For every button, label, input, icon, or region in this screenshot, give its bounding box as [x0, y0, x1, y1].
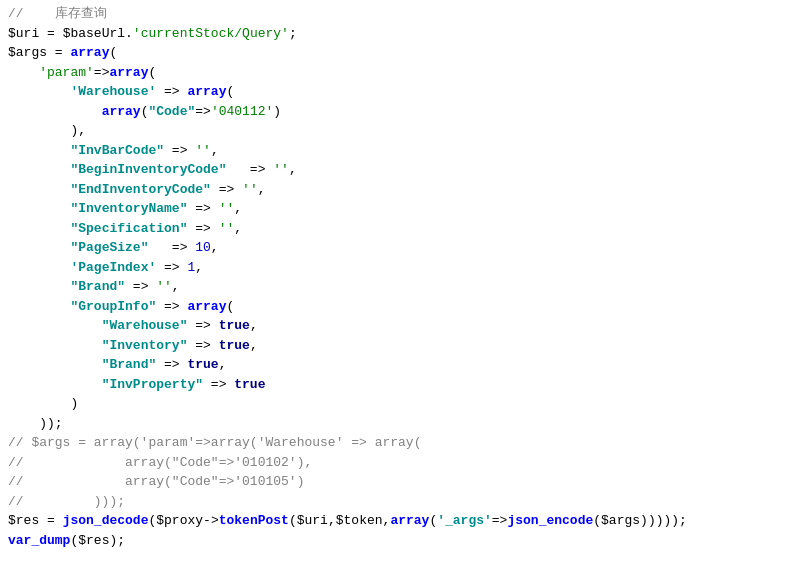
code-line: "PageSize" => 10,: [0, 238, 797, 258]
code-line: "InvProperty" => true: [0, 375, 797, 395]
code-line: // )));: [0, 492, 797, 512]
code-line: "InventoryName" => '',: [0, 199, 797, 219]
code-line: var_dump($res);: [0, 531, 797, 551]
code-line: 'PageIndex' => 1,: [0, 258, 797, 278]
code-line: "Specification" => '',: [0, 219, 797, 239]
code-line: 'Warehouse' => array(: [0, 82, 797, 102]
code-line: array("Code"=>'040112'): [0, 102, 797, 122]
code-line: "Brand" => true,: [0, 355, 797, 375]
code-container: // 库存查询$uri = $baseUrl.'currentStock/Que…: [0, 0, 797, 565]
code-line: ));: [0, 414, 797, 434]
code-line: $res = json_decode($proxy->tokenPost($ur…: [0, 511, 797, 531]
code-line: // $args = array('param'=>array('Warehou…: [0, 433, 797, 453]
code-line: 'param'=>array(: [0, 63, 797, 83]
code-line: // array("Code"=>'010102'),: [0, 453, 797, 473]
code-line: "BeginInventoryCode" => '',: [0, 160, 797, 180]
code-line: ): [0, 394, 797, 414]
code-line: $uri = $baseUrl.'currentStock/Query';: [0, 24, 797, 44]
code-line: "Warehouse" => true,: [0, 316, 797, 336]
code-line: "GroupInfo" => array(: [0, 297, 797, 317]
code-line: // array("Code"=>'010105'): [0, 472, 797, 492]
code-line: "InvBarCode" => '',: [0, 141, 797, 161]
code-line: "EndInventoryCode" => '',: [0, 180, 797, 200]
code-line: // 库存查询: [0, 4, 797, 24]
code-line: $args = array(: [0, 43, 797, 63]
code-line: "Inventory" => true,: [0, 336, 797, 356]
code-line: "Brand" => '',: [0, 277, 797, 297]
code-line: ),: [0, 121, 797, 141]
